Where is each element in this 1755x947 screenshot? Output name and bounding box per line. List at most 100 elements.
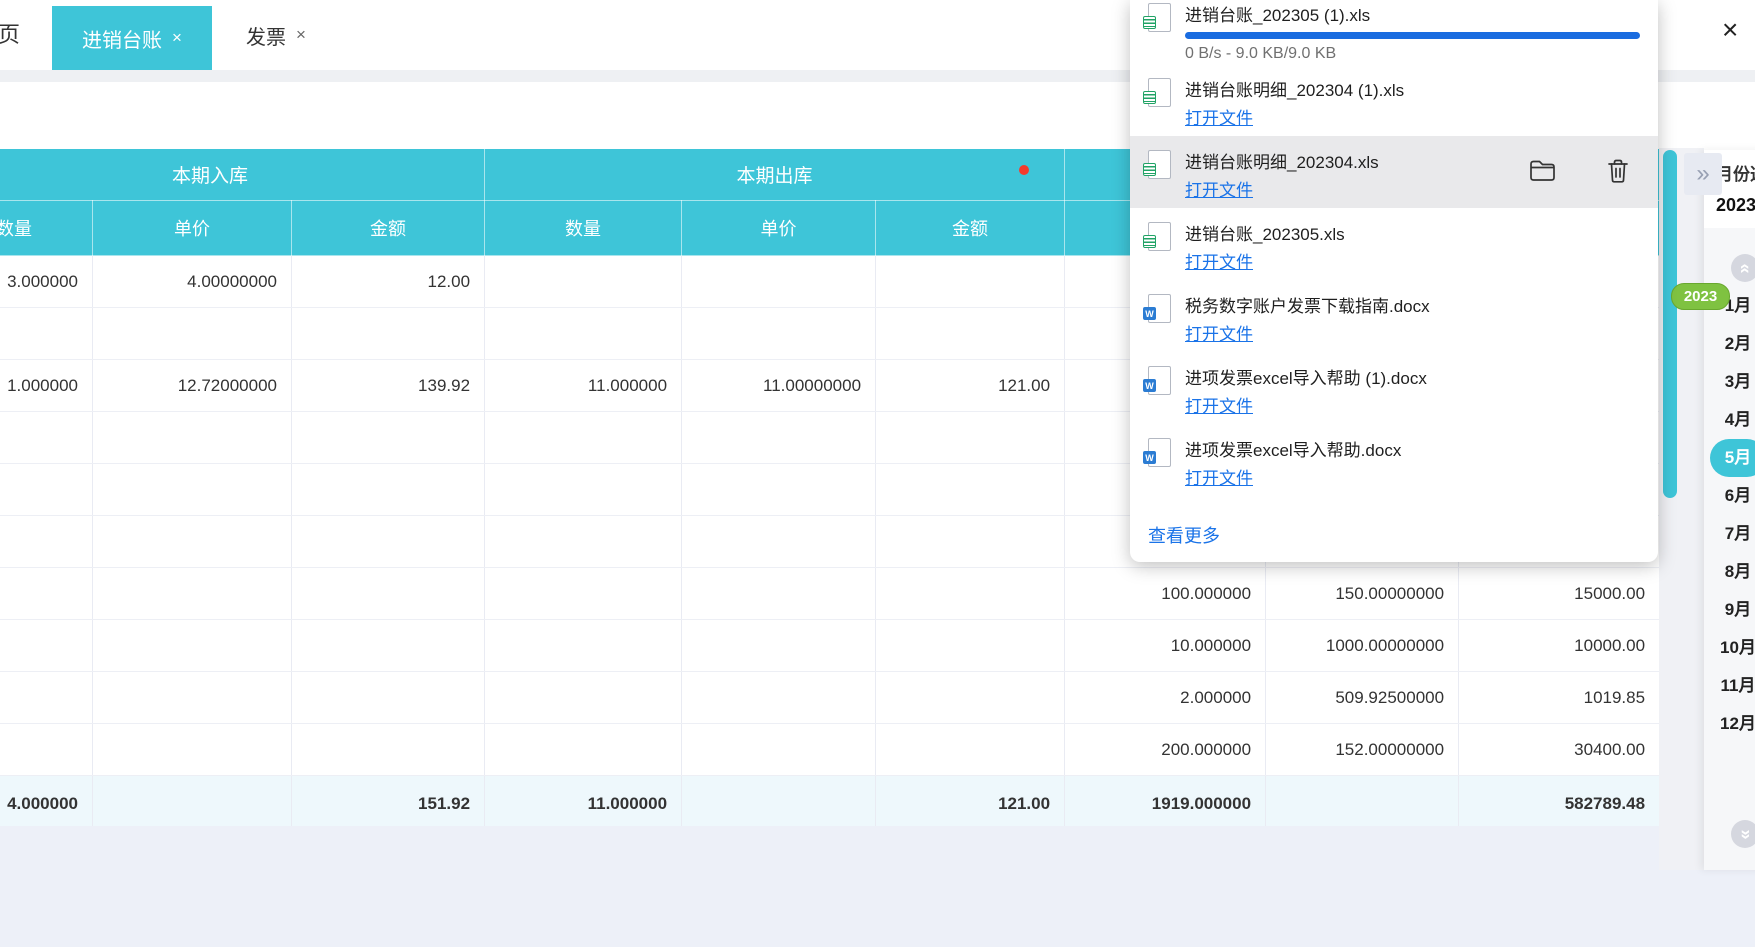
month-item[interactable]: 7月	[1710, 515, 1755, 553]
month-item[interactable]: 6月	[1710, 477, 1755, 515]
table-cell	[484, 307, 683, 360]
table-cell: 150.00000000	[1265, 567, 1460, 620]
month-item[interactable]: 12月	[1710, 705, 1755, 743]
table-cell	[484, 515, 683, 568]
month-item[interactable]: 3月	[1710, 363, 1755, 401]
tab-ledger[interactable]: 进销台账 ×	[52, 6, 212, 70]
table-cell	[681, 255, 877, 308]
table-cell	[291, 515, 486, 568]
table-cell	[0, 723, 93, 776]
scroll-up-button[interactable]: «	[1731, 254, 1755, 282]
vertical-scrollbar[interactable]	[1663, 150, 1677, 498]
table-cell: 509.92500000	[1265, 671, 1460, 724]
docx-badge-icon: W	[1143, 451, 1156, 464]
close-tab-icon[interactable]: ×	[296, 25, 306, 45]
tab-home[interactable]: 首页	[0, 0, 20, 70]
download-filename: 进销台账明细_202304 (1).xls	[1185, 81, 1405, 100]
table-cell	[875, 515, 1066, 568]
table-cell	[681, 463, 877, 516]
tab-invoice-label: 发票	[246, 26, 286, 49]
group-header-outbound: 本期出库	[484, 148, 1066, 201]
table-cell	[484, 619, 683, 672]
month-item[interactable]: 11月	[1710, 667, 1755, 705]
total-cell	[92, 775, 292, 832]
download-filename: 税务数字账户发票下载指南.docx	[1185, 297, 1430, 316]
month-item[interactable]: 8月	[1710, 553, 1755, 591]
month-item-selected[interactable]: 5月	[1710, 439, 1755, 477]
xls-file-icon	[1143, 150, 1171, 179]
download-item[interactable]: 进销台账明细_202304 (1).xls 打开文件	[1130, 64, 1658, 136]
table-cell	[0, 307, 93, 360]
scroll-down-button[interactable]: «	[1731, 820, 1755, 848]
see-more-link[interactable]: 查看更多	[1148, 522, 1220, 548]
download-item[interactable]: 进销台账_202305.xls 打开文件	[1130, 208, 1658, 280]
download-item[interactable]: W 进项发票excel导入帮助.docx 打开文件	[1130, 424, 1658, 496]
docx-file-icon: W	[1143, 366, 1171, 395]
table-cell	[875, 619, 1066, 672]
download-filename: 进销台账_202305 (1).xls	[1185, 6, 1371, 25]
month-item[interactable]: 2月	[1710, 325, 1755, 363]
open-file-link[interactable]: 打开文件	[1185, 464, 1253, 489]
table-cell	[0, 671, 93, 724]
docx-badge-icon: W	[1143, 307, 1156, 320]
open-file-link[interactable]: 打开文件	[1185, 104, 1253, 129]
notification-dot	[1019, 165, 1029, 175]
table-cell: 121.00	[875, 359, 1066, 412]
show-in-folder-icon[interactable]	[1529, 158, 1556, 189]
table-cell: 200.000000	[1064, 723, 1267, 776]
table-cell	[92, 671, 292, 724]
close-icon[interactable]: ×	[1722, 16, 1738, 44]
tab-invoice[interactable]: 发票 ×	[238, 0, 306, 70]
total-cell	[681, 775, 877, 832]
totals-row: 4.000000 151.92 11.000000 121.00 1919.000000…	[0, 775, 1661, 832]
table-cell	[484, 567, 683, 620]
total-cell	[1265, 775, 1460, 832]
download-filename: 进项发票excel导入帮助.docx	[1185, 441, 1402, 460]
table-cell: 11.00000000	[681, 359, 877, 412]
table-cell	[0, 411, 93, 464]
xls-badge-icon	[1143, 16, 1156, 29]
delete-download-icon[interactable]	[1606, 158, 1630, 189]
month-item[interactable]: 10月	[1710, 629, 1755, 667]
docx-badge-icon: W	[1143, 379, 1156, 392]
table-cell: 10000.00	[1458, 619, 1661, 672]
table-cell	[681, 619, 877, 672]
chevron-down-icon: «	[1734, 828, 1755, 840]
table-cell	[484, 411, 683, 464]
table-row: 200.000000 152.00000000 30400.00	[0, 723, 1661, 776]
table-cell: 152.00000000	[1265, 723, 1460, 776]
open-file-link[interactable]: 打开文件	[1185, 248, 1253, 273]
table-cell	[291, 463, 486, 516]
table-cell	[92, 515, 292, 568]
table-cell: 11.000000	[484, 359, 683, 412]
close-tab-icon[interactable]: ×	[172, 28, 182, 48]
month-item[interactable]: 9月	[1710, 591, 1755, 629]
total-cell: 11.000000	[484, 775, 683, 832]
table-row: 10.000000 1000.00000000 10000.00	[0, 619, 1661, 672]
download-item[interactable]: W 进项发票excel导入帮助 (1).docx 打开文件	[1130, 352, 1658, 424]
table-cell	[0, 567, 93, 620]
total-cell: 1919.000000	[1064, 775, 1267, 832]
table-cell	[291, 307, 486, 360]
total-cell: 4.000000	[0, 775, 93, 832]
chevron-up-icon: «	[1735, 262, 1755, 274]
table-cell	[92, 567, 292, 620]
open-file-link[interactable]: 打开文件	[1185, 176, 1253, 201]
month-item[interactable]: 4月	[1710, 401, 1755, 439]
table-cell	[291, 411, 486, 464]
collapse-sidebar-button[interactable]: »	[1684, 153, 1722, 195]
table-cell: 1.000000	[0, 359, 93, 412]
table-cell	[484, 671, 683, 724]
open-file-link[interactable]: 打开文件	[1185, 320, 1253, 345]
page-background	[0, 826, 1755, 947]
open-file-link[interactable]: 打开文件	[1185, 392, 1253, 417]
table-cell: 15000.00	[1458, 567, 1661, 620]
table-cell	[875, 463, 1066, 516]
download-item[interactable]: W 税务数字账户发票下载指南.docx 打开文件	[1130, 280, 1658, 352]
year-badge: 2023	[1671, 283, 1730, 310]
table-cell	[291, 567, 486, 620]
download-item[interactable]: 进销台账_202305 (1).xls 0 B/s - 9.0 KB/9.0 KB	[1130, 0, 1658, 64]
table-cell	[681, 515, 877, 568]
table-cell	[875, 411, 1066, 464]
download-item[interactable]: 进销台账明细_202304.xls 打开文件	[1130, 136, 1658, 208]
